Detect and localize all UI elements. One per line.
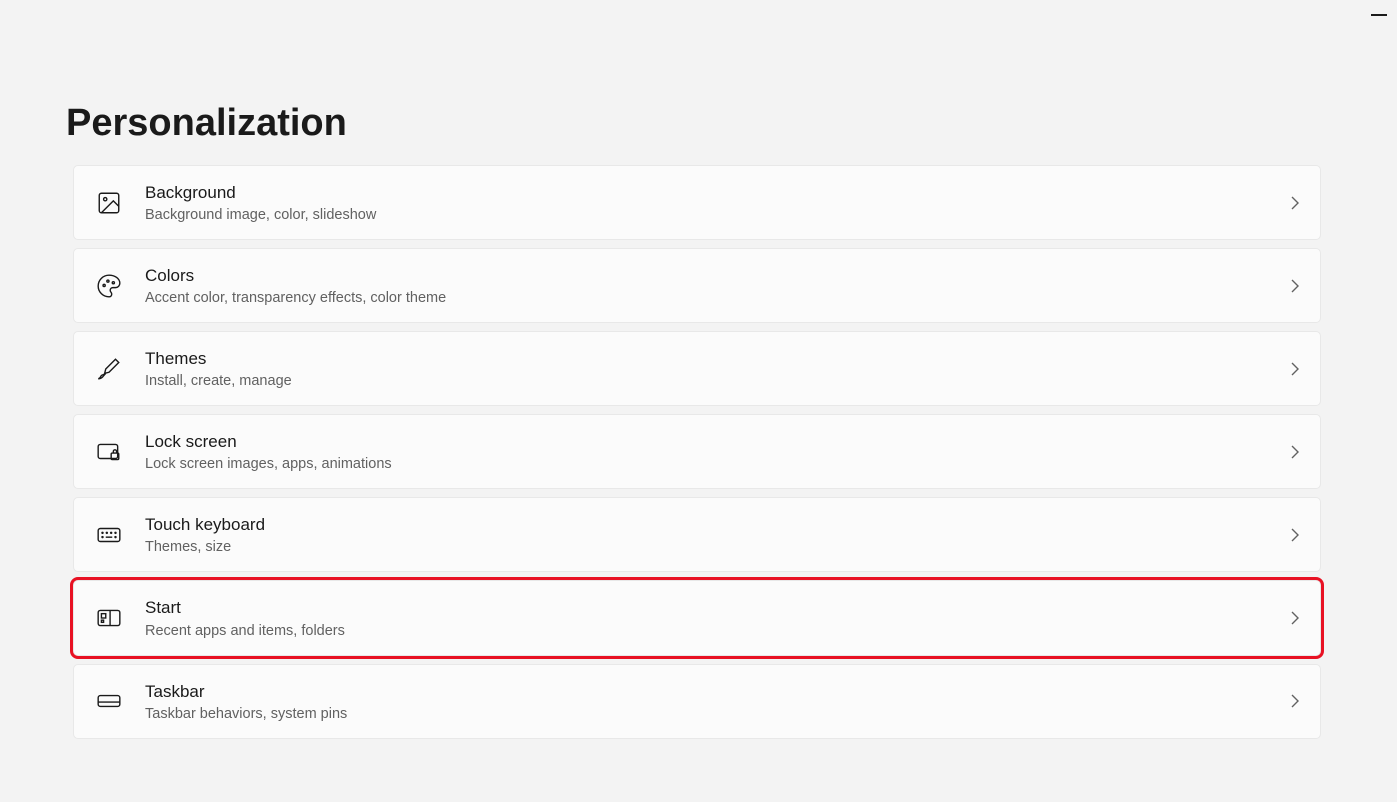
setting-text: Colors Accent color, transparency effect…	[123, 265, 1288, 306]
chevron-right-icon	[1288, 528, 1302, 542]
start-icon	[95, 604, 123, 632]
setting-title: Themes	[145, 348, 1288, 370]
settings-list: Background Background image, color, slid…	[0, 145, 1397, 739]
chevron-right-icon	[1288, 279, 1302, 293]
setting-text: Background Background image, color, slid…	[123, 182, 1288, 223]
chevron-right-icon	[1288, 694, 1302, 708]
setting-description: Taskbar behaviors, system pins	[145, 706, 1288, 722]
setting-item-taskbar[interactable]: Taskbar Taskbar behaviors, system pins	[73, 664, 1321, 739]
setting-title: Touch keyboard	[145, 514, 1288, 536]
setting-description: Install, create, manage	[145, 373, 1288, 389]
setting-item-touch-keyboard[interactable]: Touch keyboard Themes, size	[73, 497, 1321, 572]
setting-text: Touch keyboard Themes, size	[123, 514, 1288, 555]
background-icon	[95, 189, 123, 217]
setting-item-colors[interactable]: Colors Accent color, transparency effect…	[73, 248, 1321, 323]
setting-item-themes[interactable]: Themes Install, create, manage	[73, 331, 1321, 406]
setting-title: Colors	[145, 265, 1288, 287]
setting-description: Accent color, transparency effects, colo…	[145, 290, 1288, 306]
setting-text: Lock screen Lock screen images, apps, an…	[123, 431, 1288, 472]
minimize-icon[interactable]	[1371, 14, 1387, 16]
chevron-right-icon	[1288, 362, 1302, 376]
chevron-right-icon	[1288, 445, 1302, 459]
setting-description: Recent apps and items, folders	[145, 623, 1288, 639]
setting-item-background[interactable]: Background Background image, color, slid…	[73, 165, 1321, 240]
keyboard-icon	[95, 521, 123, 549]
chevron-right-icon	[1288, 611, 1302, 625]
palette-icon	[95, 272, 123, 300]
paintbrush-icon	[95, 355, 123, 383]
setting-text: Taskbar Taskbar behaviors, system pins	[123, 681, 1288, 722]
page-title: Personalization	[0, 0, 1397, 145]
setting-item-lock-screen[interactable]: Lock screen Lock screen images, apps, an…	[73, 414, 1321, 489]
taskbar-icon	[95, 687, 123, 715]
setting-description: Background image, color, slideshow	[145, 207, 1288, 223]
setting-description: Themes, size	[145, 539, 1288, 555]
setting-item-start[interactable]: Start Recent apps and items, folders	[73, 580, 1321, 655]
setting-title: Lock screen	[145, 431, 1288, 453]
setting-description: Lock screen images, apps, animations	[145, 456, 1288, 472]
setting-text: Themes Install, create, manage	[123, 348, 1288, 389]
setting-title: Background	[145, 182, 1288, 204]
setting-text: Start Recent apps and items, folders	[123, 597, 1288, 638]
setting-title: Start	[145, 597, 1288, 619]
setting-title: Taskbar	[145, 681, 1288, 703]
lock-screen-icon	[95, 438, 123, 466]
chevron-right-icon	[1288, 196, 1302, 210]
